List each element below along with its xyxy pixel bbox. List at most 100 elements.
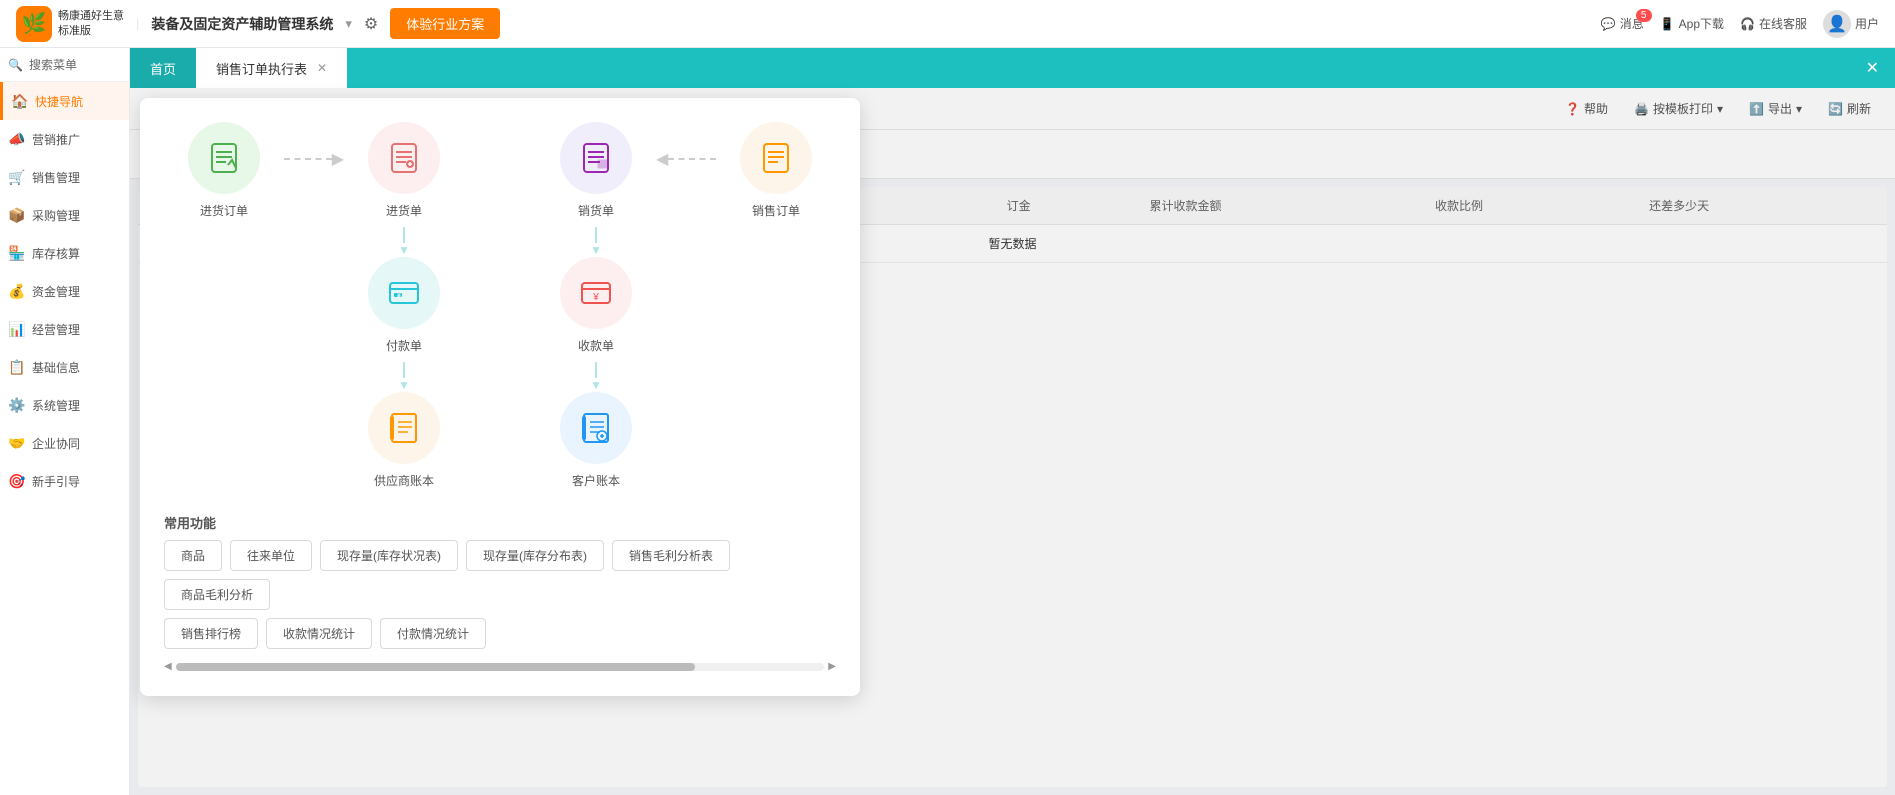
sidebar-menu: 🏠 快捷导航 📣 营销推广 🛒 销售管理 📦 采购管理 🏪 库存核 <box>0 82 129 795</box>
scroll-right-icon[interactable]: ▶ <box>828 661 836 672</box>
tab-close-icon[interactable]: ✕ <box>317 61 327 75</box>
settings-icon[interactable]: ⚙ <box>364 14 378 34</box>
search-menu-item[interactable]: 🔍 搜索菜单 <box>0 48 129 82</box>
flow-node-payment[interactable]: ¥ 付款单 <box>344 257 464 354</box>
basic-icon: 📋 <box>8 358 26 376</box>
tab-sales-order[interactable]: 销售订单执行表 ✕ <box>196 48 347 88</box>
flow-node-purchase-bill[interactable]: 进货单 <box>344 122 464 219</box>
tab-bar-close-button[interactable]: ✕ <box>1850 58 1895 78</box>
func-btn-stock-dist[interactable]: 现存量(库存分布表) <box>466 540 604 571</box>
func-btn-receipt-stats[interactable]: 收款情况统计 <box>266 618 372 649</box>
arrow-spacer4 <box>656 227 716 257</box>
func-btn-product[interactable]: 商品 <box>164 540 222 571</box>
purchase-icon: 📦 <box>8 206 26 224</box>
sidebar-item-label: 新手引导 <box>32 473 80 490</box>
flow-node-receipt[interactable]: ¥ 收款单 <box>536 257 656 354</box>
sidebar-item-enterprise[interactable]: 🤝 企业协同 <box>0 424 129 462</box>
func-btn-stock-status[interactable]: 现存量(库存状况表) <box>320 540 458 571</box>
arrow-1: ▶ <box>284 149 344 193</box>
top-bar-left: 🌿 畅康通好生意 标准版 | 装备及固定资产辅助管理系统 ▾ ⚙ 体验行业方案 <box>16 6 500 42</box>
flow-row-2: ¥ 付款单 <box>164 257 836 354</box>
receipt-icon: ¥ <box>578 275 614 311</box>
system-title: 装备及固定资产辅助管理系统 <box>151 14 333 34</box>
message-icon-item[interactable]: 💬 消息 5 <box>1601 15 1644 32</box>
sales-order-circle <box>740 122 812 194</box>
flow-node-purchase-order[interactable]: 进货订单 <box>164 122 284 219</box>
app-logo-icon: 🌿 <box>16 6 52 42</box>
common-functions: 常用功能 商品 往来单位 现存量(库存状况表) 现存量(库存分布表) 销售毛利分… <box>164 513 836 649</box>
logo-text: 畅康通好生意 标准版 <box>58 9 124 38</box>
flow-diagram: 进货订单 ▶ <box>164 122 836 497</box>
headset-icon: 🎧 <box>1740 17 1755 31</box>
func-btn-sales-profit[interactable]: 销售毛利分析表 <box>612 540 730 571</box>
supplier-ledger-icon <box>386 410 422 446</box>
flow-node-sales-order[interactable]: 销售订单 <box>716 122 836 219</box>
sidebar-item-purchase[interactable]: 📦 采购管理 <box>0 196 129 234</box>
sidebar-item-system[interactable]: ⚙️ 系统管理 <box>0 386 129 424</box>
sidebar-item-label: 经营管理 <box>32 321 80 338</box>
message-badge: 5 <box>1636 9 1652 22</box>
flow-node-sales-bill[interactable]: 销货单 <box>536 122 656 219</box>
sales-order-label: 销售订单 <box>752 202 800 219</box>
trial-button[interactable]: 体验行业方案 <box>390 8 500 39</box>
sidebar-item-label: 销售管理 <box>32 169 80 186</box>
online-service-item[interactable]: 🎧 在线客服 <box>1740 15 1807 32</box>
purchase-bill-label: 进货单 <box>386 202 422 219</box>
sidebar-item-operation[interactable]: 📊 经营管理 <box>0 310 129 348</box>
sales-bill-label: 销货单 <box>578 202 614 219</box>
purchase-bill-circle <box>368 122 440 194</box>
sidebar-item-label: 资金管理 <box>32 283 80 300</box>
sidebar-item-finance[interactable]: 💰 资金管理 <box>0 272 129 310</box>
scroll-left-icon[interactable]: ◀ <box>164 661 172 672</box>
receipt-circle: ¥ <box>560 257 632 329</box>
sidebar-item-basic[interactable]: 📋 基础信息 <box>0 348 129 386</box>
customer-ledger-circle <box>560 392 632 464</box>
arrow-spacer5 <box>716 227 836 257</box>
sidebar-item-quick-nav[interactable]: 🏠 快捷导航 <box>0 82 129 120</box>
purchase-bill-icon <box>386 140 422 176</box>
flow-arrows-down: ▼ ▼ <box>164 227 836 257</box>
a2s2 <box>284 362 344 392</box>
message-icon: 💬 <box>1601 17 1616 31</box>
svg-text:¥: ¥ <box>396 291 402 300</box>
system-dropdown-icon[interactable]: ▾ <box>345 16 352 32</box>
supplier-ledger-label: 供应商账本 <box>374 472 434 489</box>
sales-bill-circle <box>560 122 632 194</box>
a2s5 <box>716 362 836 392</box>
main-area: 🔍 搜索菜单 🏠 快捷导航 📣 营销推广 🛒 销售管理 📦 <box>0 48 1895 795</box>
scrollbar-thumb <box>176 663 695 671</box>
search-icon: 🔍 <box>8 58 23 72</box>
user-item[interactable]: 👤 用户 <box>1823 10 1879 38</box>
user-label: 用户 <box>1855 15 1879 32</box>
sidebar: 🔍 搜索菜单 🏠 快捷导航 📣 营销推广 🛒 销售管理 📦 <box>0 48 130 795</box>
flow-node-supplier-ledger[interactable]: 供应商账本 <box>344 392 464 489</box>
sidebar-item-sales[interactable]: 🛒 销售管理 <box>0 158 129 196</box>
tab-home[interactable]: 首页 <box>130 48 196 88</box>
func-btn-partner[interactable]: 往来单位 <box>230 540 312 571</box>
sidebar-item-inventory[interactable]: 🏪 库存核算 <box>0 234 129 272</box>
arrow-spacer2 <box>284 227 344 257</box>
app-download-label: App下载 <box>1679 15 1724 32</box>
scrollbar-track[interactable] <box>176 663 825 671</box>
flow-row-1: 进货订单 ▶ <box>164 122 836 219</box>
arrow-down-spacer1 <box>164 227 284 257</box>
sales-order-icon <box>758 140 794 176</box>
sidebar-item-marketing[interactable]: 📣 营销推广 <box>0 120 129 158</box>
enterprise-icon: 🤝 <box>8 434 26 452</box>
flow-arrows-down-2: ▼ ▼ <box>164 362 836 392</box>
app-download-item[interactable]: 📱 App下载 <box>1660 15 1724 32</box>
page-content: ❓ 帮助 🖨️ 按模板打印 ▾ ⬆️ 导出 ▾ 🔄 <box>130 88 1895 795</box>
func-btn-payment-stats[interactable]: 付款情况统计 <box>380 618 486 649</box>
tab-bar: 首页 销售订单执行表 ✕ ✕ <box>130 48 1895 88</box>
system-icon: ⚙️ <box>8 396 26 414</box>
a2s4 <box>656 362 716 392</box>
sales-icon: 🛒 <box>8 168 26 186</box>
payment-circle: ¥ <box>368 257 440 329</box>
func-btn-product-profit[interactable]: 商品毛利分析 <box>164 579 270 610</box>
func-btn-sales-rank[interactable]: 销售排行榜 <box>164 618 258 649</box>
arrow-down-purchase: ▼ <box>344 227 464 257</box>
avatar: 👤 <box>1823 10 1851 38</box>
modal-overlay: 进货订单 ▶ <box>130 88 1895 795</box>
flow-node-customer-ledger[interactable]: 客户账本 <box>536 392 656 489</box>
sidebar-item-newbie[interactable]: 🎯 新手引导 <box>0 462 129 500</box>
